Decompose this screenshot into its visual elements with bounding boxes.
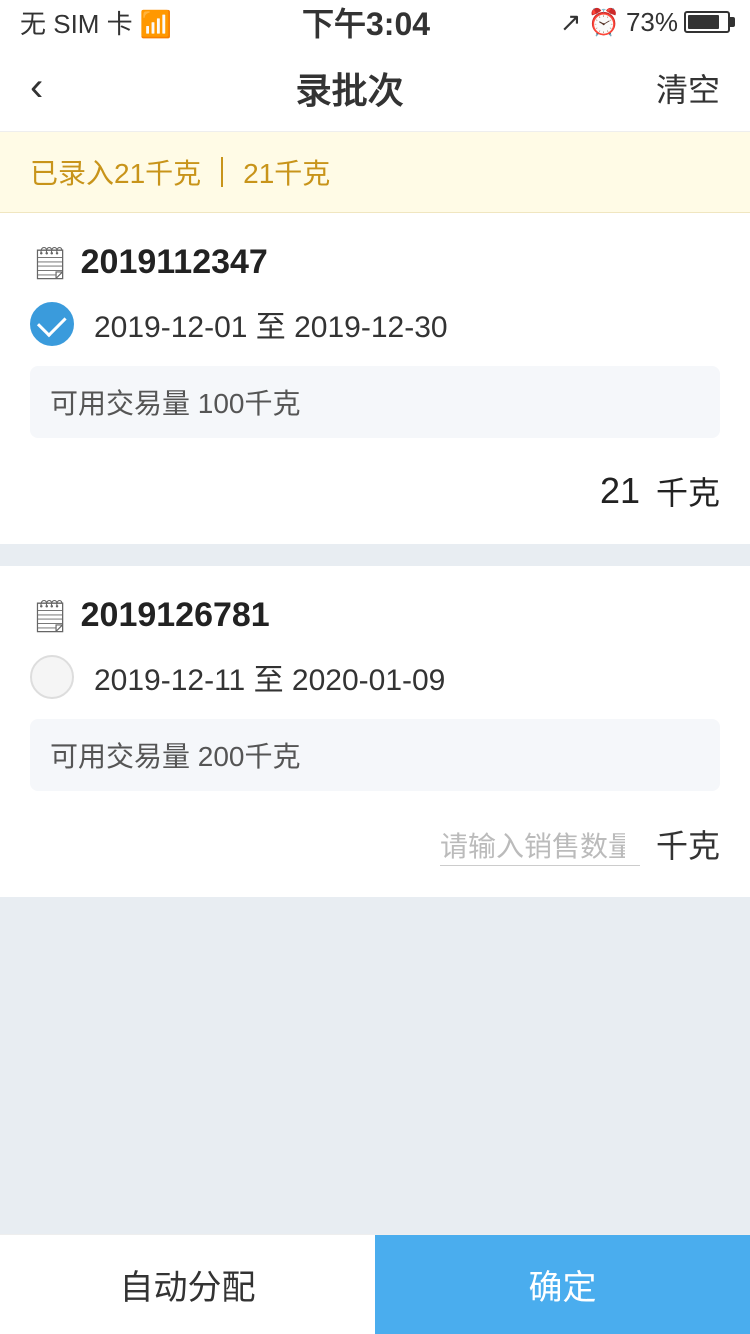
batch-1-id: 2019112347 [81, 243, 268, 282]
status-right: ↗ ⏰ 73% [560, 7, 730, 38]
clear-button[interactable]: 清空 [656, 65, 720, 111]
bottom-bar: 自动分配 确定 [0, 1234, 750, 1334]
doc-icon-1: 🗒 [30, 244, 71, 282]
page-title: 录批次 [296, 62, 404, 114]
batch-1-radio[interactable] [30, 302, 74, 346]
batch-card-2: 🗒 2019126781 2019-12-11 至 2020-01-09 可用交… [0, 566, 750, 899]
battery-icon [684, 11, 730, 33]
status-left: 无 SIM 卡 📶 [20, 4, 172, 41]
batch-2-qty-input[interactable] [440, 823, 640, 866]
batch-1-header: 🗒 2019112347 [0, 213, 750, 292]
batch-2-header: 🗒 2019126781 [0, 566, 750, 645]
batch-1-date: 2019-12-01 至 2019-12-30 [94, 302, 448, 346]
batch-2-unit: 千克 [656, 821, 720, 867]
location-icon: ↗ [560, 7, 582, 38]
summary-label: 已录入21千克 [30, 152, 201, 192]
batch-2-radio[interactable] [30, 655, 74, 699]
summary-divider [221, 157, 223, 187]
batch-1-unit: 千克 [656, 468, 720, 514]
batch-1-qty-value: 21 [600, 470, 640, 512]
confirm-button[interactable]: 确定 [375, 1235, 750, 1334]
back-button[interactable]: ‹ [30, 65, 43, 110]
no-sim-text: 无 SIM 卡 📶 [20, 4, 172, 41]
batch-2-avail: 可用交易量 200千克 [30, 719, 720, 791]
batch-2-input-row[interactable]: 千克 [0, 801, 750, 899]
status-bar: 无 SIM 卡 📶 下午3:04 ↗ ⏰ 73% [0, 0, 750, 44]
summary-amount: 21千克 [243, 152, 330, 192]
batch-1-input-row: 21 千克 [0, 448, 750, 546]
nav-bar: ‹ 录批次 清空 [0, 44, 750, 132]
batch-card-1: 🗒 2019112347 2019-12-01 至 2019-12-30 可用交… [0, 213, 750, 546]
doc-icon-2: 🗒 [30, 597, 71, 635]
status-time: 下午3:04 [302, 0, 430, 45]
batch-1-select-row[interactable]: 2019-12-01 至 2019-12-30 [0, 292, 750, 356]
section-separator-1 [0, 546, 750, 566]
alarm-icon: ⏰ [588, 7, 620, 38]
summary-bar: 已录入21千克 21千克 [0, 132, 750, 213]
batch-2-select-row[interactable]: 2019-12-11 至 2020-01-09 [0, 645, 750, 709]
battery-percent: 73% [626, 7, 678, 38]
batch-2-id: 2019126781 [81, 596, 270, 635]
auto-distribute-button[interactable]: 自动分配 [0, 1235, 375, 1334]
batch-2-date: 2019-12-11 至 2020-01-09 [94, 655, 445, 699]
batch-1-avail: 可用交易量 100千克 [30, 366, 720, 438]
